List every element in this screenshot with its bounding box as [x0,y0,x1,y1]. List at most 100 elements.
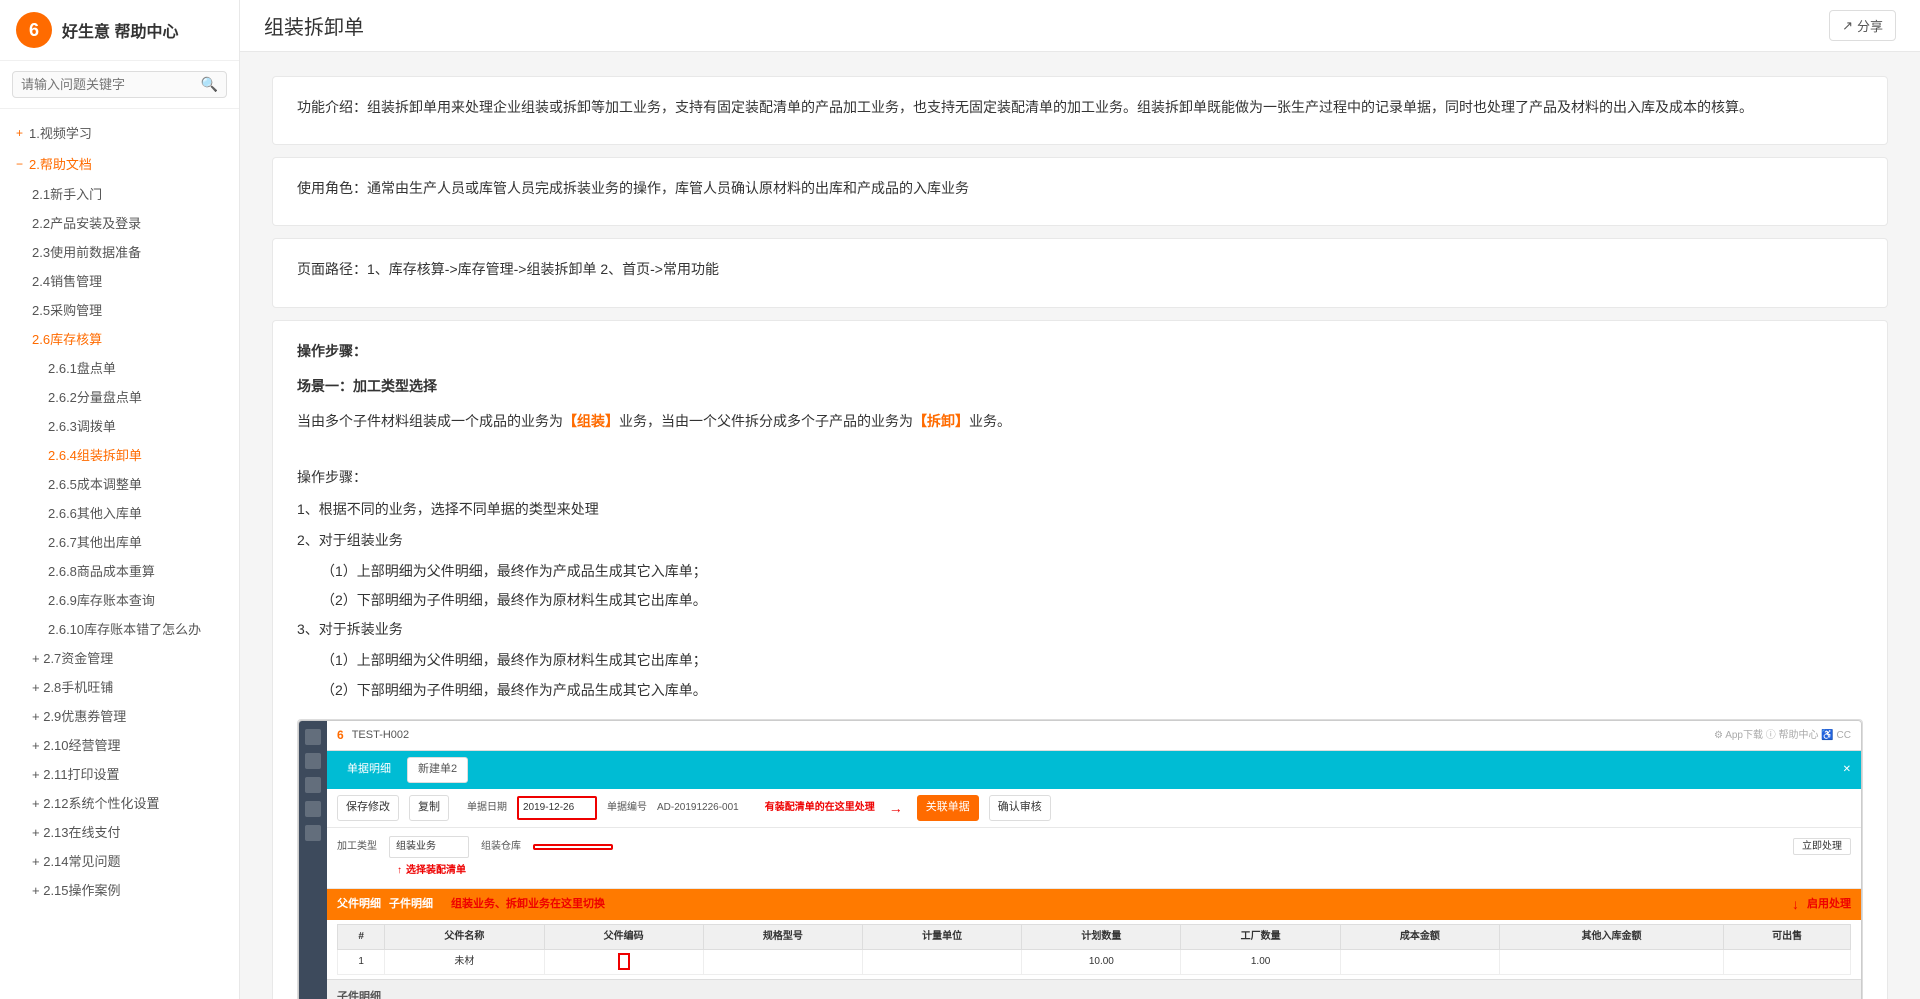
expand-plus: + [32,825,43,840]
mock-child-label: 子件明细 [389,895,433,915]
sidebar-item-sales[interactable]: 2.4销售管理 [0,266,239,295]
step2-sub2: （2）下部明细为子件明细，最终作为原材料生成其它出库单。 [321,588,1863,613]
sidebar-item-cases[interactable]: + 2.15操作案例 [0,875,239,904]
mock-date-input[interactable]: 2019-12-26 [517,796,597,820]
annotation-row-bom: ↑ 选择装配清单 [337,862,1851,880]
sidebar-item-print[interactable]: + 2.11打印设置 [0,759,239,788]
mock-type-value[interactable]: 组装业务 [389,836,469,858]
mock-sidebar-icon-3 [305,777,321,793]
expand-plus: + [32,680,43,695]
step2: 2、对于组装业务 [297,528,1863,553]
sidebar-item-ops[interactable]: + 2.10经营管理 [0,730,239,759]
mock-app-id: TEST-H002 [352,726,409,746]
mock-logo: 6 [337,725,344,747]
intro-card: 功能介绍：组装拆卸单用来处理企业组装或拆卸等加工业务，支持有固定装配清单的产品加… [272,76,1888,145]
td-spec [703,950,862,975]
expand-plus: + [32,854,43,869]
step3-sub2: （2）下部明细为子件明细，最终作为产成品生成其它入库单。 [321,678,1863,703]
mock-code-label: 单据编号 [607,799,647,817]
highlighted-input[interactable] [618,953,630,970]
sidebar-item-outbound[interactable]: 2.6.7其他出库单 [0,527,239,556]
sidebar-item-purchase[interactable]: 2.5采购管理 [0,295,239,324]
td-no: 1 [338,950,385,975]
mock-approve-label: 立即处理 [1793,838,1851,855]
steps-card: 操作步骤： 场景一：加工类型选择 当由多个子件材料组装成一个成品的业务为【组装】… [272,320,1888,999]
sidebar-item-personalize[interactable]: + 2.12系统个性化设置 [0,788,239,817]
td-instock [1499,950,1723,975]
search-input[interactable] [21,77,201,92]
td-unit [863,950,1022,975]
parent-table: # 父件名称 父件编码 规格型号 计量单位 计划数量 工厂数量 成本金额 其他入 [337,924,1851,975]
th-parent-name: 父件名称 [385,925,544,950]
sidebar-item-video-learning[interactable]: + 1.视频学习 [0,117,239,148]
sidebar-item-install[interactable]: 2.2产品安装及登录 [0,208,239,237]
scenario-desc: 当由多个子件材料组装成一个成品的业务为【组装】业务，当由一个父件拆分成多个子产品… [297,409,1863,434]
sidebar-item-coupon[interactable]: + 2.9优惠券管理 [0,701,239,730]
annotation-bom: 有装配清单的在这里处理 [765,799,875,817]
sidebar-item-data-prep[interactable]: 2.3使用前数据准备 [0,237,239,266]
mock-copy-btn[interactable]: 复制 [409,795,449,821]
mock-save-btn[interactable]: 保存修改 [337,795,399,821]
mock-tab-detail[interactable]: 单据明细 [337,758,401,782]
search-icon[interactable]: 🔍 [201,76,218,93]
sidebar-item-online-pay[interactable]: + 2.13在线支付 [0,817,239,846]
sidebar-item-assembly[interactable]: 2.6.4组装拆卸单 [0,440,239,469]
expand-icon: + [16,126,23,140]
annotation-arrow2: ↑ [397,862,402,880]
app-name: 好生意 帮助中心 [62,18,178,42]
sidebar-item-faq[interactable]: + 2.14常见问题 [0,846,239,875]
td-sellable [1724,950,1851,975]
sidebar-item-new-user[interactable]: 2.1新手入门 [0,179,239,208]
mock-section-bar: 父件明细 子件明细 组装业务、拆卸业务在这里切换 ↓ 启用处理 [327,889,1861,920]
search-box[interactable]: 🔍 [12,71,227,98]
mock-related-btn[interactable]: 关联单据 [917,795,979,821]
sidebar-item-transfer[interactable]: 2.6.3调拨单 [0,411,239,440]
sidebar-item-label: 1.视频学习 [29,123,92,142]
sidebar: 6 好生意 帮助中心 🔍 + 1.视频学习 − 2.帮助文档 2.1新手入门 2… [0,0,240,999]
sidebar-item-cost-recalc[interactable]: 2.6.8商品成本重算 [0,556,239,585]
sidebar-item-cost-adjust[interactable]: 2.6.5成本调整单 [0,469,239,498]
content-area: 功能介绍：组装拆卸单用来处理企业组装或拆卸等加工业务，支持有固定装配清单的产品加… [240,52,1920,999]
sidebar-item-finance[interactable]: + 2.7资金管理 [0,643,239,672]
sidebar-item-partial-inventory[interactable]: 2.6.2分量盘点单 [0,382,239,411]
mock-date-label: 单据日期 [467,799,507,817]
mock-top-icons: ⚙ App下载 ⓘ 帮助中心 ♿ CC [1714,727,1851,745]
screenshot-wrapper: 6 TEST-H002 ⚙ App下载 ⓘ 帮助中心 ♿ CC 单据明细 新建单… [298,720,1862,999]
mock-sidebar [299,721,327,999]
mock-wh-label: 组装仓库 [481,838,521,856]
screenshot-main: 6 TEST-H002 ⚙ App下载 ⓘ 帮助中心 ♿ CC 单据明细 新建单… [327,721,1861,999]
mock-wh-input[interactable] [533,844,613,850]
logo-area: 6 好生意 帮助中心 [0,0,239,61]
share-button[interactable]: ↗ 分享 [1829,10,1896,41]
annotation-arrow-type: ↓ [1792,892,1799,917]
th-plan-qty: 计划数量 [1022,925,1181,950]
sidebar-item-ledger-query[interactable]: 2.6.9库存账本查询 [0,585,239,614]
expand-plus: + [32,651,43,666]
mock-form-row1: 加工类型 组装业务 组装仓库 立即处理 [337,836,1851,858]
annotation-arrow1: → [889,796,903,821]
mock-app-header: 6 TEST-H002 ⚙ App下载 ⓘ 帮助中心 ♿ CC [327,721,1861,752]
sidebar-item-help-docs[interactable]: − 2.帮助文档 [0,148,239,179]
td-factory-qty: 1.00 [1181,950,1340,975]
sidebar-item-ledger-error[interactable]: 2.6.10库存账本错了怎么办 [0,614,239,643]
screenshot-container: 6 TEST-H002 ⚙ App下载 ⓘ 帮助中心 ♿ CC 单据明细 新建单… [297,719,1863,999]
scenario-title: 场景一：加工类型选择 [297,374,1863,399]
mock-title-bar: 单据明细 新建单2 ✕ [327,751,1861,789]
sidebar-item-mobile[interactable]: + 2.8手机旺铺 [0,672,239,701]
sidebar-item-stock[interactable]: 2.6库存核算 [0,324,239,353]
annotation-type-switch: 组装业务、拆卸业务在这里切换 [451,895,605,915]
th-parent-code: 父件编码 [544,925,703,950]
mock-close-icon[interactable]: ✕ [1843,761,1851,779]
path-text: 页面路径：1、库存核算->库存管理->组装拆卸单 2、首页->常用功能 [297,257,1863,282]
step1: 1、根据不同的业务，选择不同单据的类型来处理 [297,497,1863,522]
td-parent-name: 未材 [385,950,544,975]
sidebar-item-inbound[interactable]: 2.6.6其他入库单 [0,498,239,527]
mock-tab-new2[interactable]: 新建单2 [407,757,468,783]
nav-tree: + 1.视频学习 − 2.帮助文档 2.1新手入门 2.2产品安装及登录 2.3… [0,109,239,999]
mock-tabs: 单据明细 新建单2 [337,757,468,783]
sidebar-item-inventory[interactable]: 2.6.1盘点单 [0,353,239,382]
th-cost: 成本金额 [1340,925,1499,950]
mock-confirm-btn[interactable]: 确认审核 [989,795,1051,821]
role-text: 使用角色：通常由生产人员或库管人员完成拆装业务的操作，库管人员确认原材料的出库和… [297,176,1863,201]
mock-approve-btn[interactable]: 立即处理 [1793,837,1851,857]
